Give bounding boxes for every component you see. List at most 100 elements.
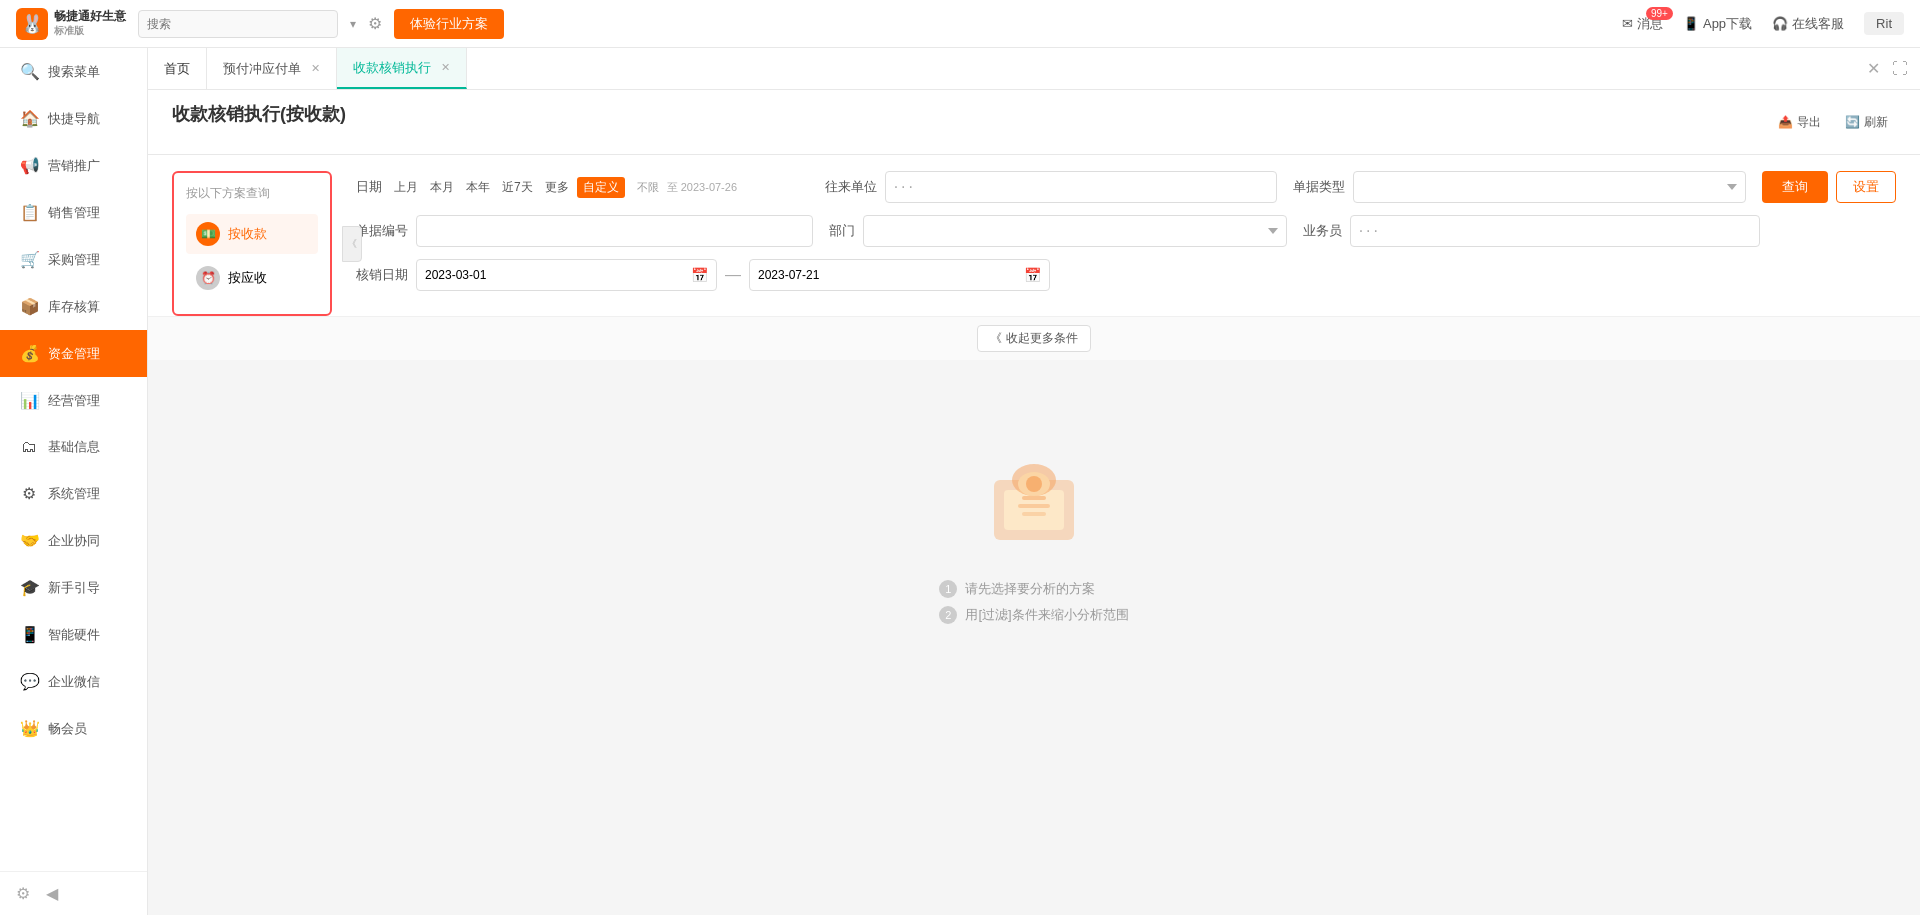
- salesperson-label: 业务员: [1303, 222, 1342, 240]
- date-this-month[interactable]: 本月: [426, 177, 458, 198]
- date-more[interactable]: 更多: [541, 177, 573, 198]
- sidebar-item-system[interactable]: ⚙ 系统管理: [0, 470, 147, 517]
- sidebar-item-purchase[interactable]: 🛒 采购管理: [0, 236, 147, 283]
- doc-no-input[interactable]: [416, 215, 813, 247]
- tab-receipt-offset[interactable]: 收款核销执行 ✕: [337, 48, 467, 89]
- more-conditions-button[interactable]: 《 收起更多条件: [977, 325, 1091, 352]
- sidebar-item-biz[interactable]: 📊 经营管理: [0, 377, 147, 424]
- sidebar-item-sales[interactable]: 📋 销售管理: [0, 189, 147, 236]
- query-type-by-receivable[interactable]: ⏰ 按应收: [186, 258, 318, 298]
- date-custom[interactable]: 自定义: [577, 177, 625, 198]
- biz-icon: 📊: [20, 391, 38, 410]
- salesperson-input[interactable]: ···: [1350, 215, 1760, 247]
- doc-type-label: 单据类型: [1293, 178, 1345, 196]
- search-chevron-icon[interactable]: ▾: [350, 17, 356, 31]
- sidebar-item-inventory[interactable]: 📦 库存核算: [0, 283, 147, 330]
- tab-close-all-icon[interactable]: ✕: [1867, 59, 1880, 78]
- filter-row-1: 日期 上月 本月 本年 近7天 更多 自定义 不限: [356, 171, 1896, 203]
- partner-label: 往来单位: [825, 178, 877, 196]
- partner-input[interactable]: ···: [885, 171, 1278, 203]
- query-type-by-receipt[interactable]: 💵 按收款: [186, 214, 318, 254]
- query-type-panel: 按以下方案查询 💵 按收款 ⏰ 按应收 《: [172, 171, 332, 316]
- page-content: 收款核销执行(按收款) 📤 导出 🔄 刷新: [148, 90, 1920, 915]
- tip-num-2: 2: [939, 606, 957, 624]
- sidebar-item-enterprise[interactable]: 🤝 企业协同: [0, 517, 147, 564]
- sidebar-label-quick-nav: 快捷导航: [48, 110, 100, 128]
- date-this-year[interactable]: 本年: [462, 177, 494, 198]
- empty-tips: 1 请先选择要分析的方案 2 用[过滤]条件来缩小分析范围: [939, 580, 1128, 624]
- collapse-panel-button[interactable]: 《: [342, 226, 362, 262]
- sidebar-settings-icon[interactable]: ⚙: [16, 884, 30, 903]
- filter-wrapper: 按以下方案查询 💵 按收款 ⏰ 按应收 《: [148, 155, 1920, 360]
- offset-date-label: 核销日期: [356, 266, 408, 284]
- collapse-icon: 《: [990, 330, 1002, 347]
- sidebar-item-hardware[interactable]: 📱 智能硬件: [0, 611, 147, 658]
- query-button[interactable]: 查询: [1762, 171, 1828, 203]
- tab-receipt-close-icon[interactable]: ✕: [441, 61, 450, 74]
- offset-date-start-input[interactable]: [425, 268, 687, 282]
- sidebar-label-marketing: 营销推广: [48, 157, 100, 175]
- tab-prepay-conflict[interactable]: 预付冲应付单 ✕: [207, 48, 337, 89]
- date-last-month[interactable]: 上月: [390, 177, 422, 198]
- refresh-button[interactable]: 🔄 刷新: [1837, 110, 1896, 135]
- by-receivable-icon: ⏰: [196, 266, 220, 290]
- solution-button[interactable]: 体验行业方案: [394, 9, 504, 39]
- filter-settings-button[interactable]: 设置: [1836, 171, 1896, 203]
- main-layout: 🔍 搜索菜单 🏠 快捷导航 📢 营销推广 📋 销售管理 🛒 采购管理 📦 库存核…: [0, 48, 1920, 915]
- sidebar-label-basic: 基础信息: [48, 438, 100, 456]
- settings-icon[interactable]: ⚙: [368, 14, 382, 33]
- sidebar-item-guide[interactable]: 🎓 新手引导: [0, 564, 147, 611]
- sidebar-item-member[interactable]: 👑 畅会员: [0, 705, 147, 752]
- member-icon: 👑: [20, 719, 38, 738]
- date-7days[interactable]: 近7天: [498, 177, 537, 198]
- partner-dots-icon: ···: [894, 178, 916, 196]
- tab-home[interactable]: 首页: [148, 48, 207, 89]
- svg-rect-6: [1018, 504, 1050, 508]
- sidebar-label-biz: 经营管理: [48, 392, 100, 410]
- sidebar-collapse-icon[interactable]: ◀: [46, 884, 58, 903]
- offset-date-end-cal-icon[interactable]: 📅: [1024, 267, 1041, 283]
- search-input[interactable]: [138, 10, 338, 38]
- refresh-label: 刷新: [1864, 114, 1888, 131]
- page-title: 收款核销执行(按收款): [172, 102, 346, 126]
- dept-select[interactable]: [863, 215, 1286, 247]
- search-menu-icon: 🔍: [20, 62, 38, 81]
- hardware-icon: 📱: [20, 625, 38, 644]
- more-conditions-label: 收起更多条件: [1006, 330, 1078, 347]
- sidebar-item-marketing[interactable]: 📢 营销推广: [0, 142, 147, 189]
- tab-receipt-label: 收款核销执行: [353, 59, 431, 77]
- page-top-actions: 📤 导出 🔄 刷新: [1770, 110, 1896, 135]
- sidebar-item-quick-nav[interactable]: 🏠 快捷导航: [0, 95, 147, 142]
- purchase-icon: 🛒: [20, 250, 38, 269]
- dept-label: 部门: [829, 222, 855, 240]
- message-button[interactable]: ✉ 消息 99+: [1622, 15, 1663, 33]
- system-icon: ⚙: [20, 484, 38, 503]
- user-info[interactable]: Rit: [1864, 12, 1904, 35]
- salesperson-filter-field: 业务员 ···: [1303, 215, 1760, 247]
- filter-grid: 按以下方案查询 💵 按收款 ⏰ 按应收 《: [172, 171, 1896, 316]
- salesperson-dots-icon: ···: [1359, 222, 1381, 240]
- offset-date-end-input[interactable]: [758, 268, 1020, 282]
- partner-filter-field: 往来单位 ···: [825, 171, 1278, 203]
- by-receipt-label: 按收款: [228, 225, 267, 243]
- sidebar-item-basic[interactable]: 🗂 基础信息: [0, 424, 147, 470]
- online-service-button[interactable]: 🎧 在线客服: [1772, 15, 1844, 33]
- sidebar-label-wechat: 企业微信: [48, 673, 100, 691]
- more-conditions-bar: 《 收起更多条件: [148, 316, 1920, 360]
- doc-no-label: 单据编号: [356, 222, 408, 240]
- tab-prepay-close-icon[interactable]: ✕: [311, 62, 320, 75]
- sidebar-item-search-menu[interactable]: 🔍 搜索菜单: [0, 48, 147, 95]
- offset-date-start-cal-icon[interactable]: 📅: [691, 267, 708, 283]
- tab-expand-icon[interactable]: ⛶: [1892, 60, 1908, 78]
- top-bar: 🐰 畅捷通好生意 标准版 ▾ ⚙ 体验行业方案 ✉ 消息 99+ 📱 App下载…: [0, 0, 1920, 48]
- sidebar-label-inventory: 库存核算: [48, 298, 100, 316]
- filter-row-3: 核销日期 📅 — 📅: [356, 259, 1896, 291]
- app-download-icon: 📱: [1683, 16, 1699, 31]
- guide-icon: 🎓: [20, 578, 38, 597]
- sidebar-item-wechat[interactable]: 💬 企业微信: [0, 658, 147, 705]
- app-download-button[interactable]: 📱 App下载: [1683, 15, 1752, 33]
- date-shortcuts: 上月 本月 本年 近7天 更多 自定义: [390, 177, 625, 198]
- doc-type-select[interactable]: [1353, 171, 1746, 203]
- export-button[interactable]: 📤 导出: [1770, 110, 1829, 135]
- sidebar-item-fund[interactable]: 💰 资金管理: [0, 330, 147, 377]
